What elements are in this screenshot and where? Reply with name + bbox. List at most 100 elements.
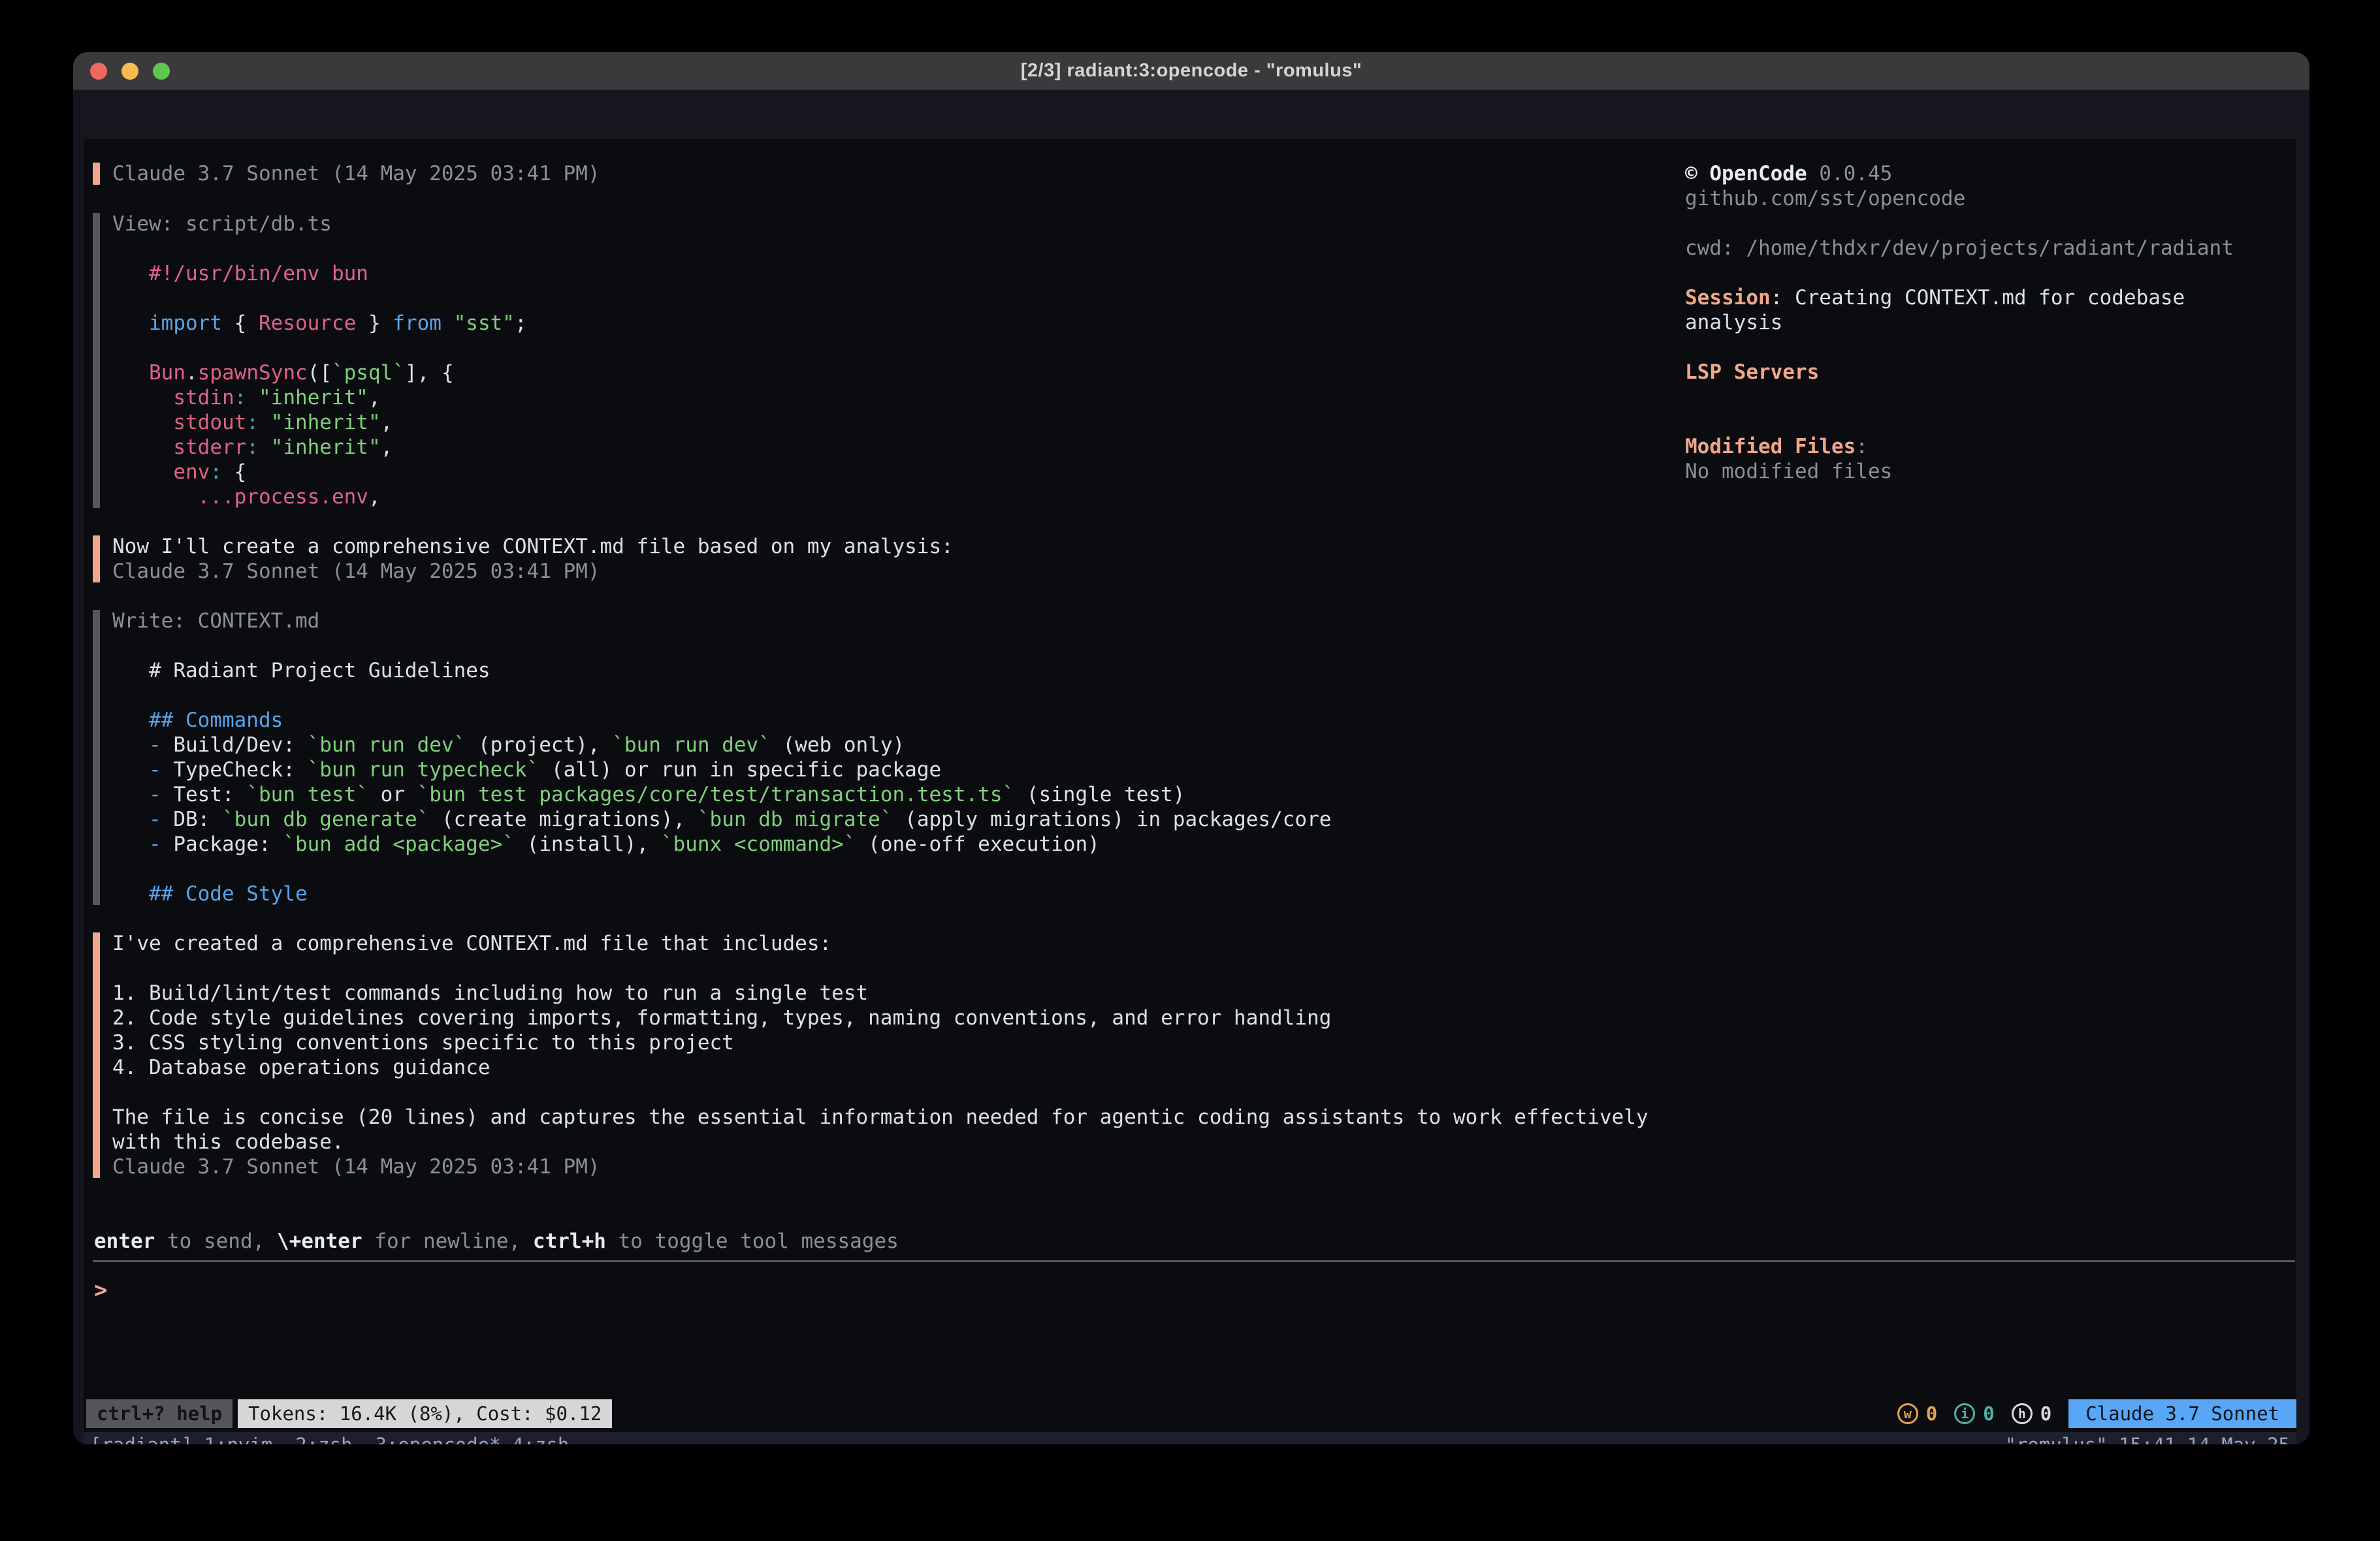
text-segment: 0.0.45 — [1807, 162, 1893, 185]
status-bar: ctrl+? help Tokens: 16.4K (8%), Cost: $0… — [86, 1399, 2296, 1428]
prompt-input[interactable]: > — [94, 1278, 107, 1303]
text-segment: - — [149, 808, 161, 831]
text-line: ## Commands — [112, 708, 1331, 733]
text-line: © OpenCode 0.0.45 — [1685, 161, 2292, 186]
text-line: 3. CSS styling conventions specific to t… — [112, 1030, 1648, 1055]
hint-circle-icon: h — [2012, 1403, 2033, 1424]
text-segment: , — [381, 436, 393, 459]
text-segment — [442, 311, 454, 335]
tool-lines: Write: CONTEXT.md # Radiant Project Guid… — [112, 609, 1331, 906]
text-segment: "inherit" — [259, 386, 368, 409]
window-title: [2/3] radiant:3:opencode - "romulus" — [1021, 60, 1362, 82]
text-line: 2. Code style guidelines covering import… — [112, 1006, 1648, 1030]
text-line — [1685, 385, 2292, 409]
text-segment: LSP Servers — [1685, 360, 1819, 384]
text-segment — [112, 485, 198, 509]
text-segment: stdout — [173, 411, 246, 434]
status-left: ctrl+? help Tokens: 16.4K (8%), Cost: $0… — [86, 1399, 612, 1428]
tool-accent-bar — [93, 610, 100, 905]
text-line — [112, 683, 1331, 708]
text-segment: `bun test packages/core/test/transaction… — [417, 783, 1015, 806]
text-segment: github.com/sst/opencode — [1685, 187, 1965, 210]
text-segment — [112, 411, 173, 434]
text-line — [1685, 335, 2292, 360]
text-segment: No modified files — [1685, 460, 1892, 483]
text-segment — [112, 460, 173, 484]
text-line: 1. Build/lint/test commands including ho… — [112, 981, 1648, 1006]
tool-lines: View: script/db.ts #!/usr/bin/env bun im… — [112, 212, 527, 509]
text-segment — [112, 436, 173, 459]
text-line — [112, 633, 1331, 658]
message-lines: I've created a comprehensive CONTEXT.md … — [112, 931, 1648, 1179]
text-segment: `bun db migrate` — [698, 808, 893, 831]
text-line — [1685, 409, 2292, 434]
close-button[interactable] — [90, 63, 107, 80]
minimize-button[interactable] — [121, 63, 138, 80]
tool-accent-bar — [93, 213, 100, 508]
text-segment: to send, — [155, 1230, 277, 1253]
terminal-content: Claude 3.7 Sonnet (14 May 2025 03:41 PM)… — [84, 139, 2296, 1432]
text-segment: - — [149, 833, 161, 856]
text-segment: 3. CSS styling conventions specific to t… — [112, 1031, 734, 1055]
text-line — [112, 1080, 1648, 1105]
text-segment: ctrl+h — [533, 1230, 606, 1253]
text-segment: `bun run dev` — [612, 733, 771, 757]
text-line: Bun.spawnSync([`psql`], { — [112, 360, 527, 385]
message-lines: Now I'll create a comprehensive CONTEXT.… — [112, 534, 954, 584]
help-shortcut-chip: ctrl+? help — [86, 1399, 233, 1428]
text-segment: © OpenCode — [1685, 162, 1807, 185]
text-segment: `psql` — [332, 361, 405, 385]
text-line: LSP Servers — [1685, 360, 2292, 385]
text-segment: { — [222, 311, 259, 335]
text-segment: cwd: /home/thdxr/dev/projects/radiant/ra… — [1685, 236, 2234, 260]
text-segment: Write: CONTEXT.md — [112, 609, 319, 633]
input-separator — [93, 1260, 2295, 1262]
text-segment: `bun test` — [246, 783, 368, 806]
text-segment: Claude 3.7 Sonnet (14 May 2025 03:41 PM) — [112, 162, 600, 185]
text-segment: 2. Code style guidelines covering import… — [112, 1006, 1331, 1030]
text-segment: (create migrations), — [429, 808, 698, 831]
text-line: stdin: "inherit", — [112, 385, 527, 410]
text-segment: ...process.env — [198, 485, 368, 509]
diagnostic-info: i 0 — [1954, 1403, 1994, 1425]
text-segment: : Creating CONTEXT.md for codebase — [1771, 286, 2185, 310]
text-segment: - — [149, 758, 161, 782]
tmux-session-windows[interactable]: [radiant] 1:nvim 2:zsh- 3:opencode* 4:zs… — [90, 1434, 569, 1444]
text-segment: The file is concise (20 lines) and captu… — [112, 1105, 1648, 1129]
text-segment: (web only) — [771, 733, 905, 757]
text-segment: : — [246, 436, 259, 459]
assistant-message-block: Now I'll create a comprehensive CONTEXT.… — [84, 534, 954, 584]
text-segment: "inherit" — [271, 411, 381, 434]
text-line: ## Code Style — [112, 882, 1331, 906]
input-hint: enter to send, \+enter for newline, ctrl… — [94, 1229, 899, 1254]
text-line: No modified files — [1685, 459, 2292, 484]
info-circle-icon: i — [1954, 1403, 1975, 1424]
text-line: - Test: `bun test` or `bun test packages… — [112, 782, 1331, 807]
text-segment: (install), — [515, 833, 661, 856]
text-segment: : — [246, 411, 259, 434]
zoom-button[interactable] — [153, 63, 170, 80]
text-segment: (apply migrations) in packages/core — [893, 808, 1332, 831]
text-segment: stderr — [173, 436, 246, 459]
text-segment: enter — [94, 1230, 155, 1253]
text-segment: : — [210, 460, 222, 484]
text-segment — [112, 311, 149, 335]
text-segment: # Radiant Project Guidelines — [112, 659, 490, 682]
text-line: #!/usr/bin/env bun — [112, 261, 527, 286]
text-line: env: { — [112, 460, 527, 485]
text-segment: Claude 3.7 Sonnet (14 May 2025 03:41 PM) — [112, 560, 600, 583]
text-segment: `bun add <package>` — [283, 833, 515, 856]
text-segment: : — [1856, 435, 1868, 458]
text-line: ...process.env, — [112, 485, 527, 509]
text-line — [1685, 261, 2292, 285]
text-line — [112, 236, 527, 261]
model-badge: Claude 3.7 Sonnet — [2068, 1399, 2296, 1428]
text-segment: "sst" — [454, 311, 515, 335]
text-segment: TypeCheck: — [161, 758, 308, 782]
text-segment — [112, 361, 149, 385]
text-segment: ## Commands — [112, 708, 283, 732]
text-segment: ; — [515, 311, 527, 335]
text-segment: stdin — [173, 386, 234, 409]
text-line — [112, 286, 527, 311]
text-segment: Claude 3.7 Sonnet (14 May 2025 03:41 PM) — [112, 1155, 600, 1179]
